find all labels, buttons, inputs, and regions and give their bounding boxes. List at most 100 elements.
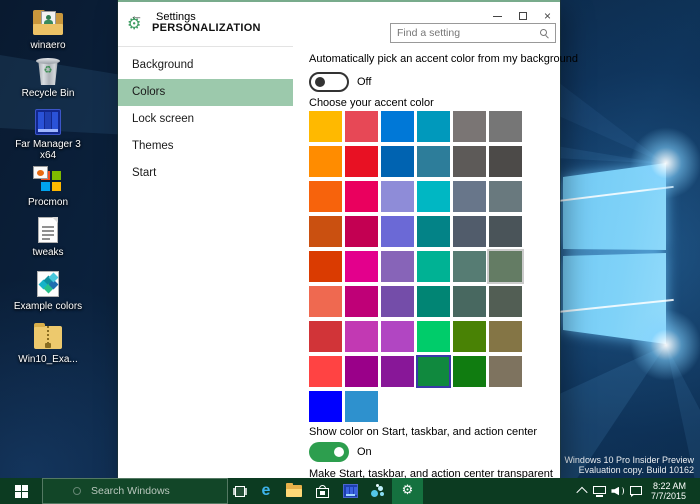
system-tray: 8:22 AM 7/7/2015 — [573, 478, 700, 504]
taskbar-search-input[interactable] — [43, 479, 227, 503]
sidebar-item-background[interactable]: Background — [118, 52, 293, 79]
accent-swatch[interactable] — [309, 181, 342, 212]
accent-swatch[interactable] — [487, 249, 524, 284]
accent-swatch[interactable] — [309, 251, 342, 282]
edge-button[interactable]: e — [252, 478, 280, 504]
sidebar-item-start[interactable]: Start — [118, 160, 293, 187]
accent-swatch[interactable] — [309, 146, 342, 177]
desktop-icon-win10-zip[interactable]: Win10_Exa... — [10, 322, 86, 365]
accent-swatch-selected[interactable] — [416, 355, 451, 388]
accent-swatch[interactable] — [453, 356, 486, 387]
show-color-toggle[interactable] — [309, 442, 349, 462]
zip-folder-icon — [32, 322, 64, 352]
sidebar-item-lock-screen[interactable]: Lock screen — [118, 106, 293, 133]
accent-swatch[interactable] — [345, 111, 378, 142]
task-view-icon — [233, 485, 247, 497]
desktop-icon-label: Win10_Exa... — [18, 354, 78, 365]
accent-swatch[interactable] — [489, 216, 522, 247]
accent-swatch[interactable] — [417, 216, 450, 247]
far-manager-icon — [32, 107, 64, 137]
accent-swatch[interactable] — [417, 321, 450, 352]
desktop-icon-label: Procmon — [27, 197, 68, 208]
accent-swatch[interactable] — [417, 181, 450, 212]
sidebar-item-colors[interactable]: Colors — [118, 79, 293, 106]
taskbar-search-box[interactable] — [42, 478, 228, 504]
action-center-button[interactable] — [627, 485, 645, 497]
accent-swatch[interactable] — [345, 251, 378, 282]
store-button[interactable] — [308, 478, 336, 504]
accent-swatch[interactable] — [345, 356, 378, 387]
accent-swatch[interactable] — [489, 286, 522, 317]
auto-accent-toggle[interactable] — [309, 72, 349, 92]
accent-swatch[interactable] — [453, 286, 486, 317]
accent-swatch[interactable] — [381, 286, 414, 317]
accent-swatch[interactable] — [345, 391, 378, 422]
gear-icon: ⚙ — [401, 483, 414, 498]
accent-swatch[interactable] — [489, 356, 522, 387]
taskbar-clock[interactable]: 8:22 AM 7/7/2015 — [651, 481, 686, 501]
file-explorer-icon — [286, 483, 302, 497]
accent-swatch[interactable] — [381, 251, 414, 282]
accent-swatch[interactable] — [345, 216, 378, 247]
accent-swatch[interactable] — [489, 146, 522, 177]
accent-swatch[interactable] — [453, 181, 486, 212]
tray-expand-button[interactable] — [573, 486, 591, 499]
accent-swatch[interactable] — [309, 391, 342, 422]
accent-swatch[interactable] — [381, 216, 414, 247]
far-manager-icon — [342, 484, 358, 498]
task-view-button[interactable] — [228, 478, 252, 504]
sidebar: Background Colors Lock screen Themes Start — [118, 52, 293, 187]
accent-swatch[interactable] — [381, 181, 414, 212]
accent-swatch[interactable] — [381, 321, 414, 352]
accent-swatch[interactable] — [309, 356, 342, 387]
procmon-icon — [32, 165, 64, 195]
network-button[interactable] — [591, 485, 609, 497]
sidebar-item-themes[interactable]: Themes — [118, 133, 293, 160]
recycle-bin-icon: ♻ — [32, 56, 64, 86]
accent-swatch[interactable] — [453, 146, 486, 177]
action-center-icon — [629, 485, 642, 497]
accent-swatch[interactable] — [345, 146, 378, 177]
bubbles-app-icon — [370, 484, 386, 498]
accent-swatch[interactable] — [381, 146, 414, 177]
file-explorer-button[interactable] — [280, 478, 308, 504]
settings-taskbar-button-active[interactable]: ⚙ — [392, 478, 423, 504]
desktop-icon-recycle-bin[interactable]: ♻ Recycle Bin — [10, 56, 86, 99]
accent-swatch[interactable] — [489, 111, 522, 142]
desktop-icon-winaero[interactable]: winaero — [10, 8, 86, 51]
accent-swatch[interactable] — [417, 286, 450, 317]
volume-button[interactable] — [609, 486, 627, 497]
accent-swatch[interactable] — [417, 111, 450, 142]
page-title: PERSONALIZATION — [152, 22, 261, 34]
accent-swatch[interactable] — [345, 321, 378, 352]
accent-swatch[interactable] — [489, 181, 522, 212]
far-manager-button[interactable] — [336, 478, 364, 504]
accent-swatch[interactable] — [381, 356, 414, 387]
start-button[interactable] — [0, 478, 42, 504]
accent-swatch[interactable] — [489, 321, 522, 352]
desktop-icon-example-colors[interactable]: Example colors — [10, 269, 86, 312]
toggle-knob — [334, 447, 344, 457]
desktop-icon-far-manager[interactable]: Far Manager 3 x64 — [10, 107, 86, 161]
accent-swatch[interactable] — [453, 251, 486, 282]
accent-swatch[interactable] — [309, 111, 342, 142]
accent-swatch[interactable] — [309, 321, 342, 352]
colors-page-content: Automatically pick an accent color from … — [309, 2, 578, 480]
accent-swatch[interactable] — [453, 321, 486, 352]
accent-swatch[interactable] — [345, 286, 378, 317]
accent-swatch[interactable] — [417, 146, 450, 177]
accent-swatch[interactable] — [309, 286, 342, 317]
desktop-icon-label: Far Manager 3 x64 — [15, 139, 81, 161]
accent-swatch[interactable] — [381, 111, 414, 142]
desktop-icon-tweaks[interactable]: tweaks — [10, 215, 86, 258]
app-button-bubbles[interactable] — [364, 478, 392, 504]
desktop-icon-label: Recycle Bin — [21, 88, 75, 99]
accent-swatch[interactable] — [309, 216, 342, 247]
desktop-icon-procmon[interactable]: Procmon — [10, 165, 86, 208]
accent-swatch[interactable] — [345, 181, 378, 212]
accent-swatch[interactable] — [417, 251, 450, 282]
accent-swatch[interactable] — [453, 111, 486, 142]
watermark-line1: Windows 10 Pro Insider Preview — [564, 455, 694, 465]
choose-accent-label: Choose your accent color — [309, 97, 434, 109]
accent-swatch[interactable] — [453, 216, 486, 247]
